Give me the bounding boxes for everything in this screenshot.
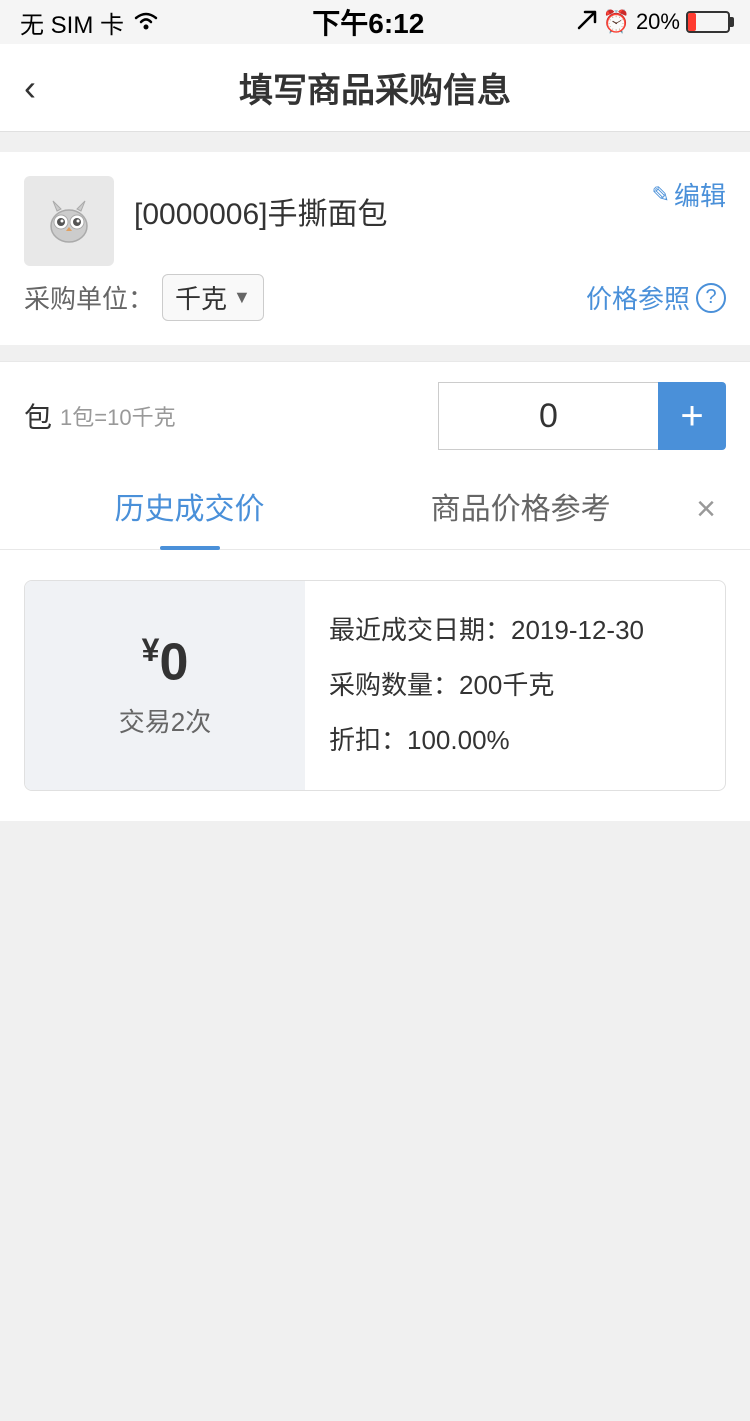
product-logo	[34, 186, 104, 256]
recent-date-value: 2019-12-30	[511, 615, 644, 645]
plus-icon: +	[680, 394, 703, 439]
nav-bar: ‹ 填写商品采购信息	[0, 44, 750, 132]
product-unit-row: 采购单位： 千克 ▼ 价格参照 ?	[24, 274, 726, 321]
recent-date-row: 最近成交日期：2019-12-30	[329, 611, 701, 650]
history-price-card: ¥0 交易2次 最近成交日期：2019-12-30 采购数量：200千克 折扣：…	[24, 580, 726, 791]
purchase-qty-row: 采购数量：200千克	[329, 666, 701, 705]
product-card: [0000006]手撕面包 ✎ 编辑 采购单位： 千克 ▼ 价格参照 ?	[0, 152, 750, 345]
history-price-content: ¥0 交易2次 最近成交日期：2019-12-30 采购数量：200千克 折扣：…	[0, 550, 750, 821]
discount-row: 折扣：100.00%	[329, 721, 701, 760]
page-title: 填写商品采购信息	[239, 63, 511, 112]
tab-price-reference[interactable]: 商品价格参考	[355, 470, 686, 550]
battery-percent: 20%	[636, 9, 680, 35]
back-button[interactable]: ‹	[24, 67, 36, 109]
quantity-input[interactable]	[438, 382, 658, 450]
wifi-icon	[132, 8, 160, 37]
price-ref-button[interactable]: 价格参照 ?	[586, 279, 726, 316]
status-left: 无 SIM 卡	[20, 5, 160, 40]
history-price-col: ¥0 交易2次	[25, 581, 305, 790]
purchase-qty-value: 200千克	[459, 670, 554, 700]
product-left: [0000006]手撕面包	[24, 176, 387, 266]
carrier-text: 无 SIM 卡	[20, 5, 124, 40]
chevron-down-icon: ▼	[233, 287, 251, 308]
product-info: [0000006]手撕面包	[134, 189, 387, 253]
quantity-label: 包 1包=10千克	[24, 396, 176, 436]
location-icon	[577, 8, 597, 36]
price-number: 0	[159, 633, 188, 691]
history-price-value: ¥0	[142, 632, 189, 692]
battery-icon	[686, 11, 730, 33]
quantity-section: 包 1包=10千克 +	[0, 361, 750, 470]
help-icon: ?	[696, 283, 726, 313]
tabs-header: 历史成交价 商品价格参考 ×	[0, 470, 750, 550]
tab-history-price[interactable]: 历史成交价	[24, 470, 355, 550]
recent-date-label: 最近成交日期：	[329, 615, 511, 645]
unit-selector: 采购单位： 千克 ▼	[24, 274, 264, 321]
product-thumbnail	[24, 176, 114, 266]
tab-history-label: 历史成交价	[115, 493, 265, 526]
trade-count: 交易2次	[119, 702, 211, 739]
product-header: [0000006]手撕面包 ✎ 编辑	[24, 176, 726, 266]
edit-button[interactable]: ✎ 编辑	[652, 176, 726, 213]
purchase-qty-label: 采购数量：	[329, 670, 459, 700]
plus-button[interactable]: +	[658, 382, 726, 450]
discount-value: 100.00%	[407, 725, 510, 755]
quantity-control: +	[438, 382, 726, 450]
status-right: ⏰ 20%	[577, 8, 730, 36]
page-background	[0, 821, 750, 1421]
product-name: [0000006]手撕面包	[134, 189, 387, 233]
tab-close-button[interactable]: ×	[686, 490, 726, 529]
edit-label: 编辑	[674, 176, 726, 213]
currency-symbol: ¥	[142, 632, 160, 668]
tab-price-ref-label: 商品价格参考	[431, 493, 611, 526]
tabs-container: 历史成交价 商品价格参考 × ¥0 交易2次 最近成交日期：2019-12-30…	[0, 470, 750, 821]
unit-dropdown[interactable]: 千克 ▼	[162, 274, 264, 321]
status-time: 下午6:12	[312, 2, 424, 42]
quantity-unit: 包	[24, 396, 52, 436]
history-detail-col: 最近成交日期：2019-12-30 采购数量：200千克 折扣：100.00%	[305, 581, 725, 790]
unit-label: 采购单位：	[24, 279, 154, 316]
status-bar: 无 SIM 卡 下午6:12 ⏰ 20%	[0, 0, 750, 44]
unit-value: 千克	[175, 279, 227, 316]
price-ref-label: 价格参照	[586, 279, 690, 316]
alarm-icon: ⏰	[603, 9, 630, 35]
discount-label: 折扣：	[329, 725, 407, 755]
edit-icon: ✎	[652, 182, 670, 208]
quantity-conversion: 1包=10千克	[60, 400, 176, 432]
